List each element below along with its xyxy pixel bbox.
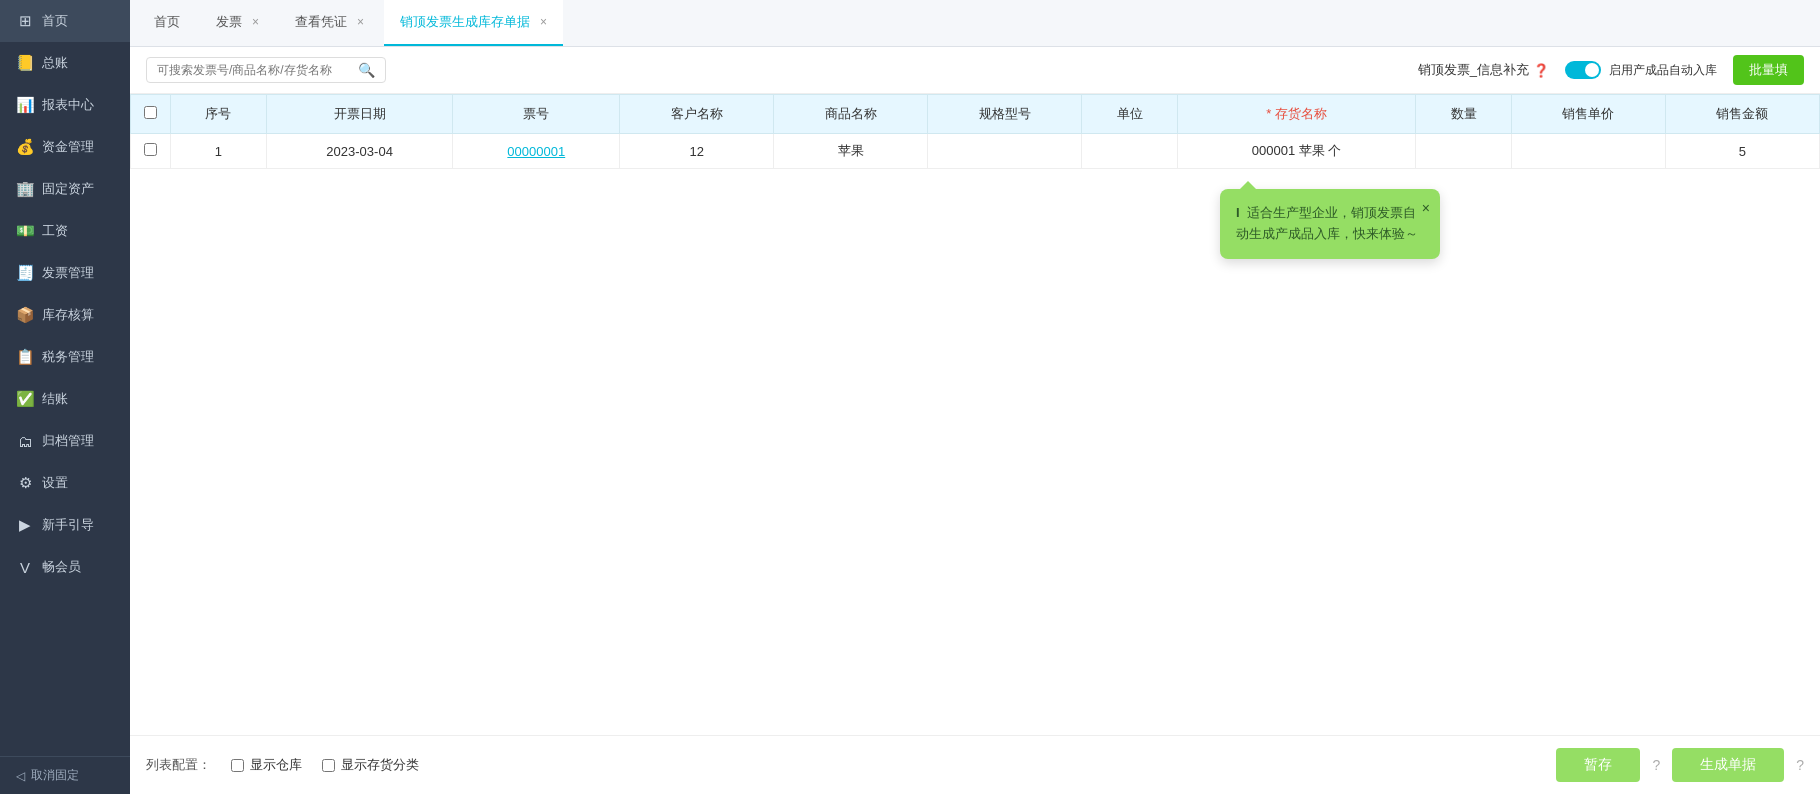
data-table: 序号 开票日期 票号 客户名称 商品名称 规格型号 单位 * 存货名称 数量 销… bbox=[130, 94, 1820, 169]
tab-stock-slip[interactable]: 销顶发票生成库存单据 × bbox=[384, 0, 563, 46]
guide-icon: ▶ bbox=[16, 516, 34, 534]
toggle-label: 启用产成品自动入库 bbox=[1609, 62, 1717, 79]
inventory-icon: 📦 bbox=[16, 306, 34, 324]
archive-icon: 🗂 bbox=[16, 433, 34, 450]
content-area: 🔍 销顶发票_信息补充 ❓ 启用产成品自动入库 批量填 bbox=[130, 47, 1820, 794]
show-inventory-category-checkbox[interactable]: 显示存货分类 bbox=[322, 756, 419, 774]
row-inventory-name: 000001 苹果 个 bbox=[1178, 134, 1416, 169]
bottom-bar: 列表配置： 显示仓库 显示存货分类 暂存 ? 生成单据 ? bbox=[130, 735, 1820, 794]
report-icon: 📊 bbox=[16, 96, 34, 114]
sidebar-item-settle[interactable]: ✅ 结账 bbox=[0, 378, 130, 420]
tab-voucher[interactable]: 查看凭证 × bbox=[279, 0, 380, 46]
col-spec: 规格型号 bbox=[928, 95, 1082, 134]
main-area: 首页 发票 × 查看凭证 × 销顶发票生成库存单据 × 🔍 销顶发票_信息补充 bbox=[130, 0, 1820, 794]
show-inventory-category-input[interactable] bbox=[322, 759, 335, 772]
toolbar-right: 销顶发票_信息补充 ❓ 启用产成品自动入库 批量填 bbox=[1418, 55, 1804, 85]
row-unit-price bbox=[1512, 134, 1666, 169]
pin-button[interactable]: ◁ 取消固定 bbox=[0, 756, 130, 794]
row-quantity bbox=[1416, 134, 1512, 169]
config-label: 列表配置： bbox=[146, 756, 211, 774]
col-checkbox bbox=[131, 95, 171, 134]
row-unit bbox=[1082, 134, 1178, 169]
sidebar-item-invoice-mgr[interactable]: 🧾 发票管理 bbox=[0, 252, 130, 294]
sidebar-item-member[interactable]: V 畅会员 bbox=[0, 546, 130, 588]
tab-invoice[interactable]: 发票 × bbox=[200, 0, 275, 46]
row-checkbox[interactable] bbox=[144, 143, 157, 156]
col-ticket-no: 票号 bbox=[453, 95, 620, 134]
invoice-mgr-icon: 🧾 bbox=[16, 264, 34, 282]
tab-home[interactable]: 首页 bbox=[138, 0, 196, 46]
toolbar: 🔍 销顶发票_信息补充 ❓ 启用产成品自动入库 批量填 bbox=[130, 47, 1820, 94]
close-stock-slip-tab[interactable]: × bbox=[540, 15, 547, 29]
row-checkbox-cell bbox=[131, 134, 171, 169]
table-wrap: 序号 开票日期 票号 客户名称 商品名称 规格型号 单位 * 存货名称 数量 销… bbox=[130, 94, 1820, 735]
sidebar-item-assets[interactable]: 🏢 固定资产 bbox=[0, 168, 130, 210]
sidebar-item-settings[interactable]: ⚙ 设置 bbox=[0, 462, 130, 504]
auto-warehouse-toggle[interactable] bbox=[1565, 61, 1601, 79]
search-icon: 🔍 bbox=[358, 62, 375, 78]
info-tooltip-icon[interactable]: ❓ bbox=[1533, 63, 1549, 78]
row-ticket-no[interactable]: 00000001 bbox=[453, 134, 620, 169]
col-date: 开票日期 bbox=[266, 95, 452, 134]
row-amount: 5 bbox=[1665, 134, 1819, 169]
tax-icon: 📋 bbox=[16, 348, 34, 366]
sidebar-item-home[interactable]: ⊞ 首页 bbox=[0, 0, 130, 42]
ledger-icon: 📒 bbox=[16, 54, 34, 72]
col-amount: 销售金额 bbox=[1665, 95, 1819, 134]
member-icon: V bbox=[16, 559, 34, 576]
col-unit-price: 销售单价 bbox=[1512, 95, 1666, 134]
generate-button[interactable]: 生成单据 bbox=[1672, 748, 1784, 782]
col-inventory-name: * 存货名称 bbox=[1178, 95, 1416, 134]
show-warehouse-input[interactable] bbox=[231, 759, 244, 772]
close-voucher-tab[interactable]: × bbox=[357, 15, 364, 29]
show-warehouse-checkbox[interactable]: 显示仓库 bbox=[231, 756, 302, 774]
col-quantity: 数量 bbox=[1416, 95, 1512, 134]
table-header-row: 序号 开票日期 票号 客户名称 商品名称 规格型号 单位 * 存货名称 数量 销… bbox=[131, 95, 1820, 134]
close-invoice-tab[interactable]: × bbox=[252, 15, 259, 29]
search-box[interactable]: 🔍 bbox=[146, 57, 386, 83]
row-spec bbox=[928, 134, 1082, 169]
action-area: 暂存 ? 生成单据 ? bbox=[1556, 748, 1804, 782]
save-button[interactable]: 暂存 bbox=[1556, 748, 1640, 782]
ticket-no-link[interactable]: 00000001 bbox=[507, 144, 565, 159]
col-seq: 序号 bbox=[171, 95, 267, 134]
row-product-name: 苹果 bbox=[774, 134, 928, 169]
home-icon: ⊞ bbox=[16, 12, 34, 30]
sidebar-item-capital[interactable]: 💰 资金管理 bbox=[0, 126, 130, 168]
pin-icon: ◁ bbox=[16, 769, 25, 783]
settings-icon: ⚙ bbox=[16, 474, 34, 492]
capital-icon: 💰 bbox=[16, 138, 34, 156]
tooltip-popup: × I 适合生产型企业，销顶发票自动生成产成品入库，快来体验～ bbox=[1220, 189, 1440, 259]
settle-icon: ✅ bbox=[16, 390, 34, 408]
generate-help-icon[interactable]: ? bbox=[1796, 757, 1804, 773]
info-label: 销顶发票_信息补充 ❓ bbox=[1418, 61, 1549, 79]
row-date: 2023-03-04 bbox=[266, 134, 452, 169]
search-input[interactable] bbox=[157, 63, 352, 77]
assets-icon: 🏢 bbox=[16, 180, 34, 198]
sidebar-item-salary[interactable]: 💵 工资 bbox=[0, 210, 130, 252]
sidebar-item-guide[interactable]: ▶ 新手引导 bbox=[0, 504, 130, 546]
tooltip-icon: I bbox=[1236, 205, 1240, 220]
tooltip-close-button[interactable]: × bbox=[1422, 197, 1430, 219]
table-row: 1 2023-03-04 00000001 12 苹果 000001 苹果 个 … bbox=[131, 134, 1820, 169]
sidebar-item-ledger[interactable]: 📒 总账 bbox=[0, 42, 130, 84]
sidebar-item-inventory[interactable]: 📦 库存核算 bbox=[0, 294, 130, 336]
sidebar-item-archive[interactable]: 🗂 归档管理 bbox=[0, 420, 130, 462]
save-help-icon[interactable]: ? bbox=[1652, 757, 1660, 773]
batch-fill-button[interactable]: 批量填 bbox=[1733, 55, 1804, 85]
row-seq: 1 bbox=[171, 134, 267, 169]
row-customer: 12 bbox=[620, 134, 774, 169]
col-product-name: 商品名称 bbox=[774, 95, 928, 134]
select-all-checkbox[interactable] bbox=[144, 106, 157, 119]
salary-icon: 💵 bbox=[16, 222, 34, 240]
tooltip-text: 适合生产型企业，销顶发票自动生成产成品入库，快来体验～ bbox=[1236, 205, 1418, 241]
sidebar: ⊞ 首页 📒 总账 📊 报表中心 💰 资金管理 🏢 固定资产 💵 工资 🧾 发票… bbox=[0, 0, 130, 794]
col-customer: 客户名称 bbox=[620, 95, 774, 134]
sidebar-item-report[interactable]: 📊 报表中心 bbox=[0, 84, 130, 126]
col-unit: 单位 bbox=[1082, 95, 1178, 134]
toggle-wrap: 启用产成品自动入库 bbox=[1565, 61, 1717, 79]
tab-bar: 首页 发票 × 查看凭证 × 销顶发票生成库存单据 × bbox=[130, 0, 1820, 47]
sidebar-item-tax[interactable]: 📋 税务管理 bbox=[0, 336, 130, 378]
